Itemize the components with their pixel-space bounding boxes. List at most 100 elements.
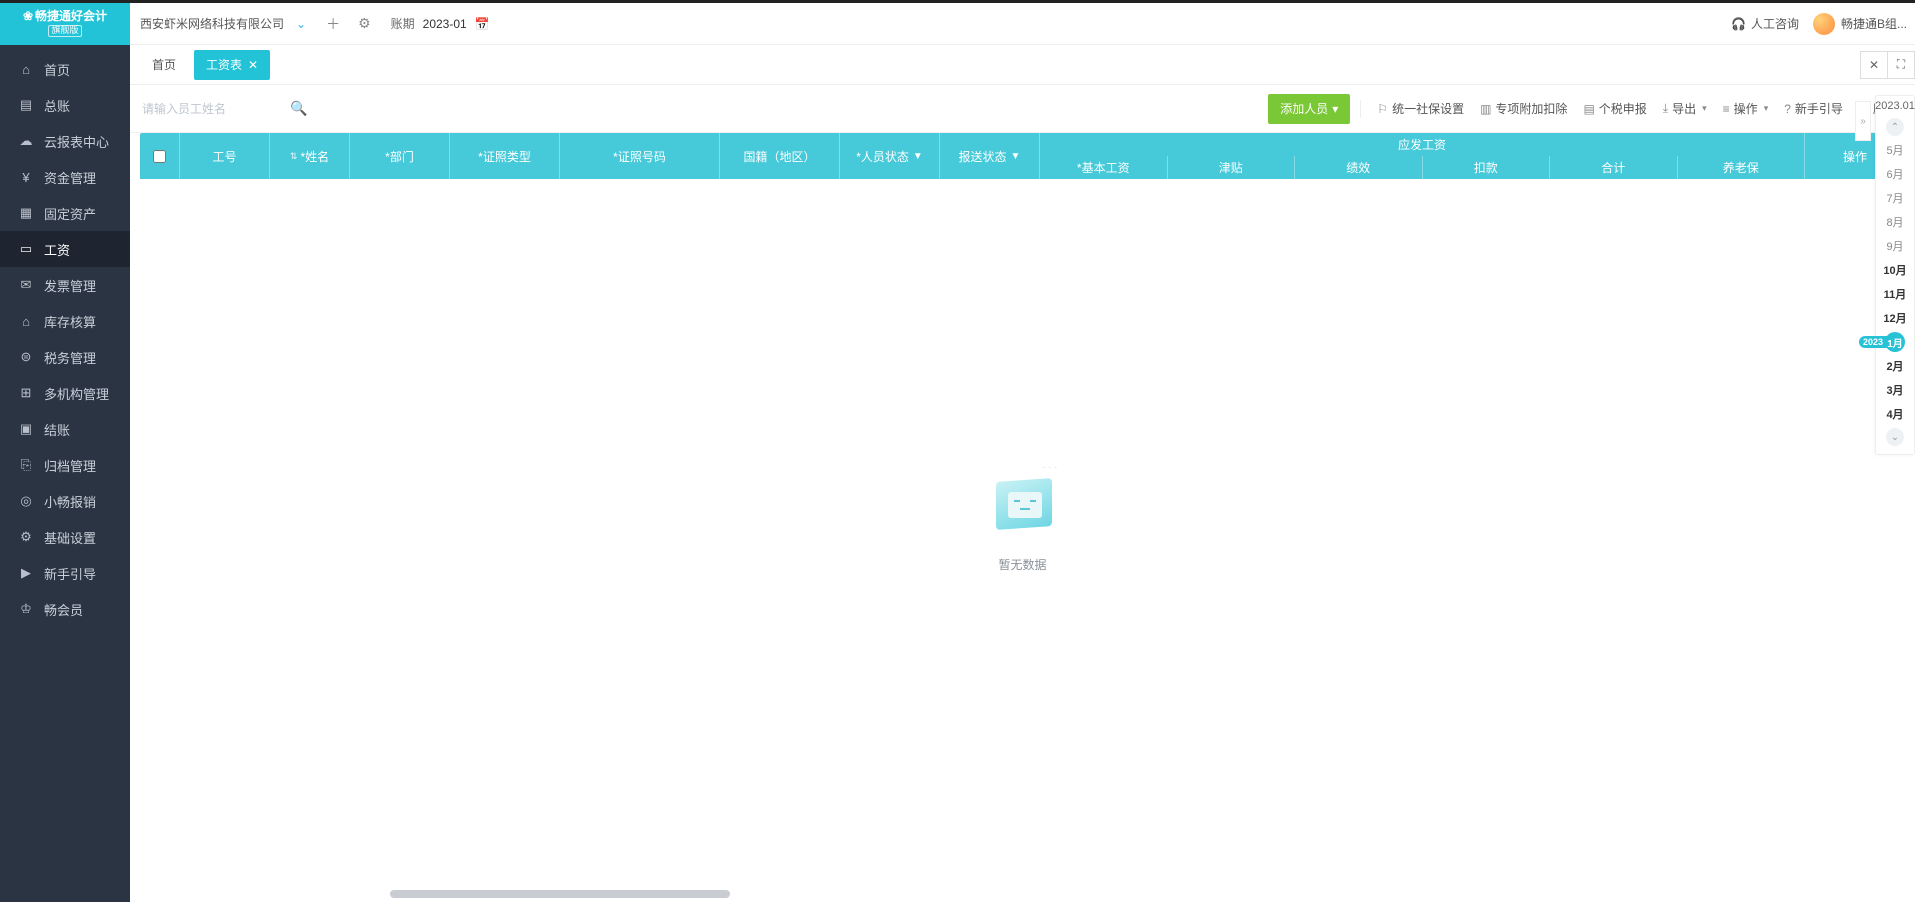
- month-item-2[interactable]: 7月: [1886, 186, 1903, 210]
- sidebar-item-9[interactable]: ⊞多机构管理: [0, 375, 130, 411]
- toolbar-action-label: 新手引导: [1795, 100, 1843, 117]
- sidebar-item-label: 发票管理: [44, 276, 96, 295]
- sidebar-item-13[interactable]: ⚙ 基础设置: [0, 519, 130, 555]
- sidebar-item-0[interactable]: ⌂ 首页: [0, 51, 130, 87]
- month-selector-panel: 2023.01 ⌃ 5月6月7月8月9月10月11月12月20231月2月3月4…: [1875, 95, 1915, 455]
- sidebar-item-icon: ▭: [18, 241, 34, 257]
- sidebar-item-icon: ⚙: [18, 529, 34, 545]
- toolbar-action-3[interactable]: ⤓导出▾: [1657, 94, 1713, 124]
- horizontal-scrollbar[interactable]: [140, 890, 1905, 898]
- tab-close-all-button[interactable]: ✕: [1860, 51, 1888, 79]
- sidebar-item-label: 多机构管理: [44, 384, 109, 403]
- month-scroll-down-button[interactable]: ⌄: [1886, 428, 1904, 446]
- sidebar-item-8[interactable]: ⊜税务管理: [0, 339, 130, 375]
- close-icon[interactable]: ✕: [248, 58, 258, 72]
- sidebar-item-icon: ✉: [18, 277, 34, 293]
- month-item-8[interactable]: 20231月: [1885, 330, 1905, 354]
- user-name[interactable]: 畅捷通B组...: [1841, 15, 1907, 32]
- toolbar-action-5[interactable]: ? 新手引导: [1778, 94, 1849, 124]
- add-person-button[interactable]: 添加人员 ▾: [1268, 94, 1350, 124]
- add-company-button[interactable]: ＋: [326, 14, 340, 34]
- sidebar-item-3[interactable]: ¥资金管理: [0, 159, 130, 195]
- month-item-5[interactable]: 10月: [1883, 258, 1906, 282]
- toolbar-action-4[interactable]: ≡操作▾: [1717, 94, 1775, 124]
- sidebar-item-15[interactable]: ♔畅会员: [0, 591, 130, 627]
- add-person-label: 添加人员: [1280, 100, 1328, 117]
- month-item-10[interactable]: 3月: [1886, 378, 1903, 402]
- chevron-down-icon: ▾: [1332, 102, 1338, 116]
- accounting-period: 账期 2023-01 📅: [391, 15, 490, 32]
- empty-state: · · · 暂无数据: [130, 133, 1915, 902]
- sidebar-item-2[interactable]: ☁ 云报表中心: [0, 123, 130, 159]
- toolbar-action-label: 专项附加扣除: [1495, 100, 1567, 117]
- sidebar-item-label: 基础设置: [44, 528, 96, 547]
- month-item-3[interactable]: 8月: [1886, 210, 1903, 234]
- search-icon[interactable]: 🔍: [290, 100, 307, 117]
- salary-table: 工号 ⇅ *姓名 *部门 *证照类型 *证照号码 国籍（地区） *人员状态 ▼ …: [130, 133, 1915, 902]
- month-label: 10月: [1883, 262, 1906, 278]
- toolbar-action-2[interactable]: ▤个税申报: [1577, 94, 1652, 124]
- employee-search: 🔍: [142, 100, 307, 117]
- sidebar-item-4[interactable]: ▦固定资产: [0, 195, 130, 231]
- sidebar-item-11[interactable]: ⎘ 归档管理: [0, 447, 130, 483]
- sidebar-item-1[interactable]: ▤总账: [0, 87, 130, 123]
- company-name: 西安虾米网络科技有限公司: [140, 15, 284, 32]
- user-avatar[interactable]: [1813, 13, 1835, 35]
- month-item-4[interactable]: 9月: [1886, 234, 1903, 258]
- sidebar-item-5[interactable]: ▭ 工资: [0, 231, 130, 267]
- sidebar-item-icon: ▤: [18, 97, 34, 113]
- toolbar-action-icon: ▥: [1480, 102, 1491, 116]
- month-label: 2月: [1886, 358, 1903, 374]
- toolbar-action-icon: ≡: [1723, 102, 1730, 116]
- month-label: 4月: [1886, 406, 1903, 422]
- month-item-11[interactable]: 4月: [1886, 402, 1903, 426]
- sidebar-item-10[interactable]: ▣结账: [0, 411, 130, 447]
- toolbar-action-label: 统一社保设置: [1392, 100, 1464, 117]
- company-selector[interactable]: 西安虾米网络科技有限公司 ⌄: [140, 15, 306, 32]
- tab-1[interactable]: 工资表✕: [194, 50, 270, 80]
- sidebar-item-label: 云报表中心: [44, 132, 109, 151]
- toolbar-action-0[interactable]: ⚐ 统一社保设置: [1371, 94, 1470, 124]
- support-button[interactable]: 🎧 人工咨询: [1731, 15, 1799, 32]
- logo-text: 畅捷通好会计: [35, 10, 107, 23]
- sidebar-item-label: 归档管理: [44, 456, 96, 475]
- calendar-icon[interactable]: 📅: [475, 17, 490, 31]
- sidebar-item-label: 工资: [44, 240, 70, 259]
- month-label: 7月: [1886, 190, 1903, 206]
- sidebar-item-14[interactable]: ▶新手引导: [0, 555, 130, 591]
- month-label: 8月: [1886, 214, 1903, 230]
- month-item-9[interactable]: 2月: [1886, 354, 1903, 378]
- month-label: 1月: [1885, 332, 1905, 352]
- month-label: 5月: [1886, 142, 1903, 158]
- scrollbar-thumb[interactable]: [390, 890, 730, 898]
- search-input[interactable]: [142, 102, 282, 116]
- month-item-6[interactable]: 11月: [1884, 282, 1907, 306]
- tab-fullscreen-button[interactable]: ⛶: [1887, 51, 1915, 79]
- toolbar-action-icon: ?: [1784, 102, 1791, 116]
- sidebar-item-icon: ⎘: [18, 457, 34, 473]
- sidebar-item-12[interactable]: ◎小畅报销: [0, 483, 130, 519]
- toolbar-action-icon: ▤: [1583, 102, 1594, 116]
- month-item-0[interactable]: 5月: [1886, 138, 1903, 162]
- logo-edition-badge: 旗舰版: [48, 25, 81, 37]
- sidebar-item-label: 首页: [44, 60, 70, 79]
- toolbar-action-icon: ⚐: [1377, 102, 1388, 116]
- sidebar-item-label: 小畅报销: [44, 492, 96, 511]
- company-settings-button[interactable]: ⚙: [358, 15, 371, 32]
- month-item-7[interactable]: 12月: [1883, 306, 1906, 330]
- empty-illustration: · · ·: [978, 462, 1068, 542]
- sidebar-item-6[interactable]: ✉ 发票管理: [0, 267, 130, 303]
- sidebar-item-7[interactable]: ⌂库存核算: [0, 303, 130, 339]
- sidebar-item-icon: ☁: [18, 133, 34, 149]
- toolbar-action-1[interactable]: ▥ 专项附加扣除: [1474, 94, 1573, 124]
- month-scroll-up-button[interactable]: ⌃: [1886, 118, 1904, 136]
- sidebar-item-label: 固定资产: [44, 204, 96, 223]
- sidebar-item-label: 新手引导: [44, 564, 96, 583]
- month-item-1[interactable]: 6月: [1886, 162, 1903, 186]
- sidebar-item-icon: ⌂: [18, 62, 34, 77]
- tab-0[interactable]: 首页: [140, 50, 188, 80]
- top-bar: ❀畅捷通好会计 旗舰版 西安虾米网络科技有限公司 ⌄ ＋ ⚙ 账期 2023-0…: [0, 3, 1915, 45]
- table-scroll-right-button[interactable]: »: [1855, 101, 1871, 141]
- sidebar-item-icon: ▣: [18, 421, 34, 437]
- toolbar-action-label: 操作: [1734, 100, 1758, 117]
